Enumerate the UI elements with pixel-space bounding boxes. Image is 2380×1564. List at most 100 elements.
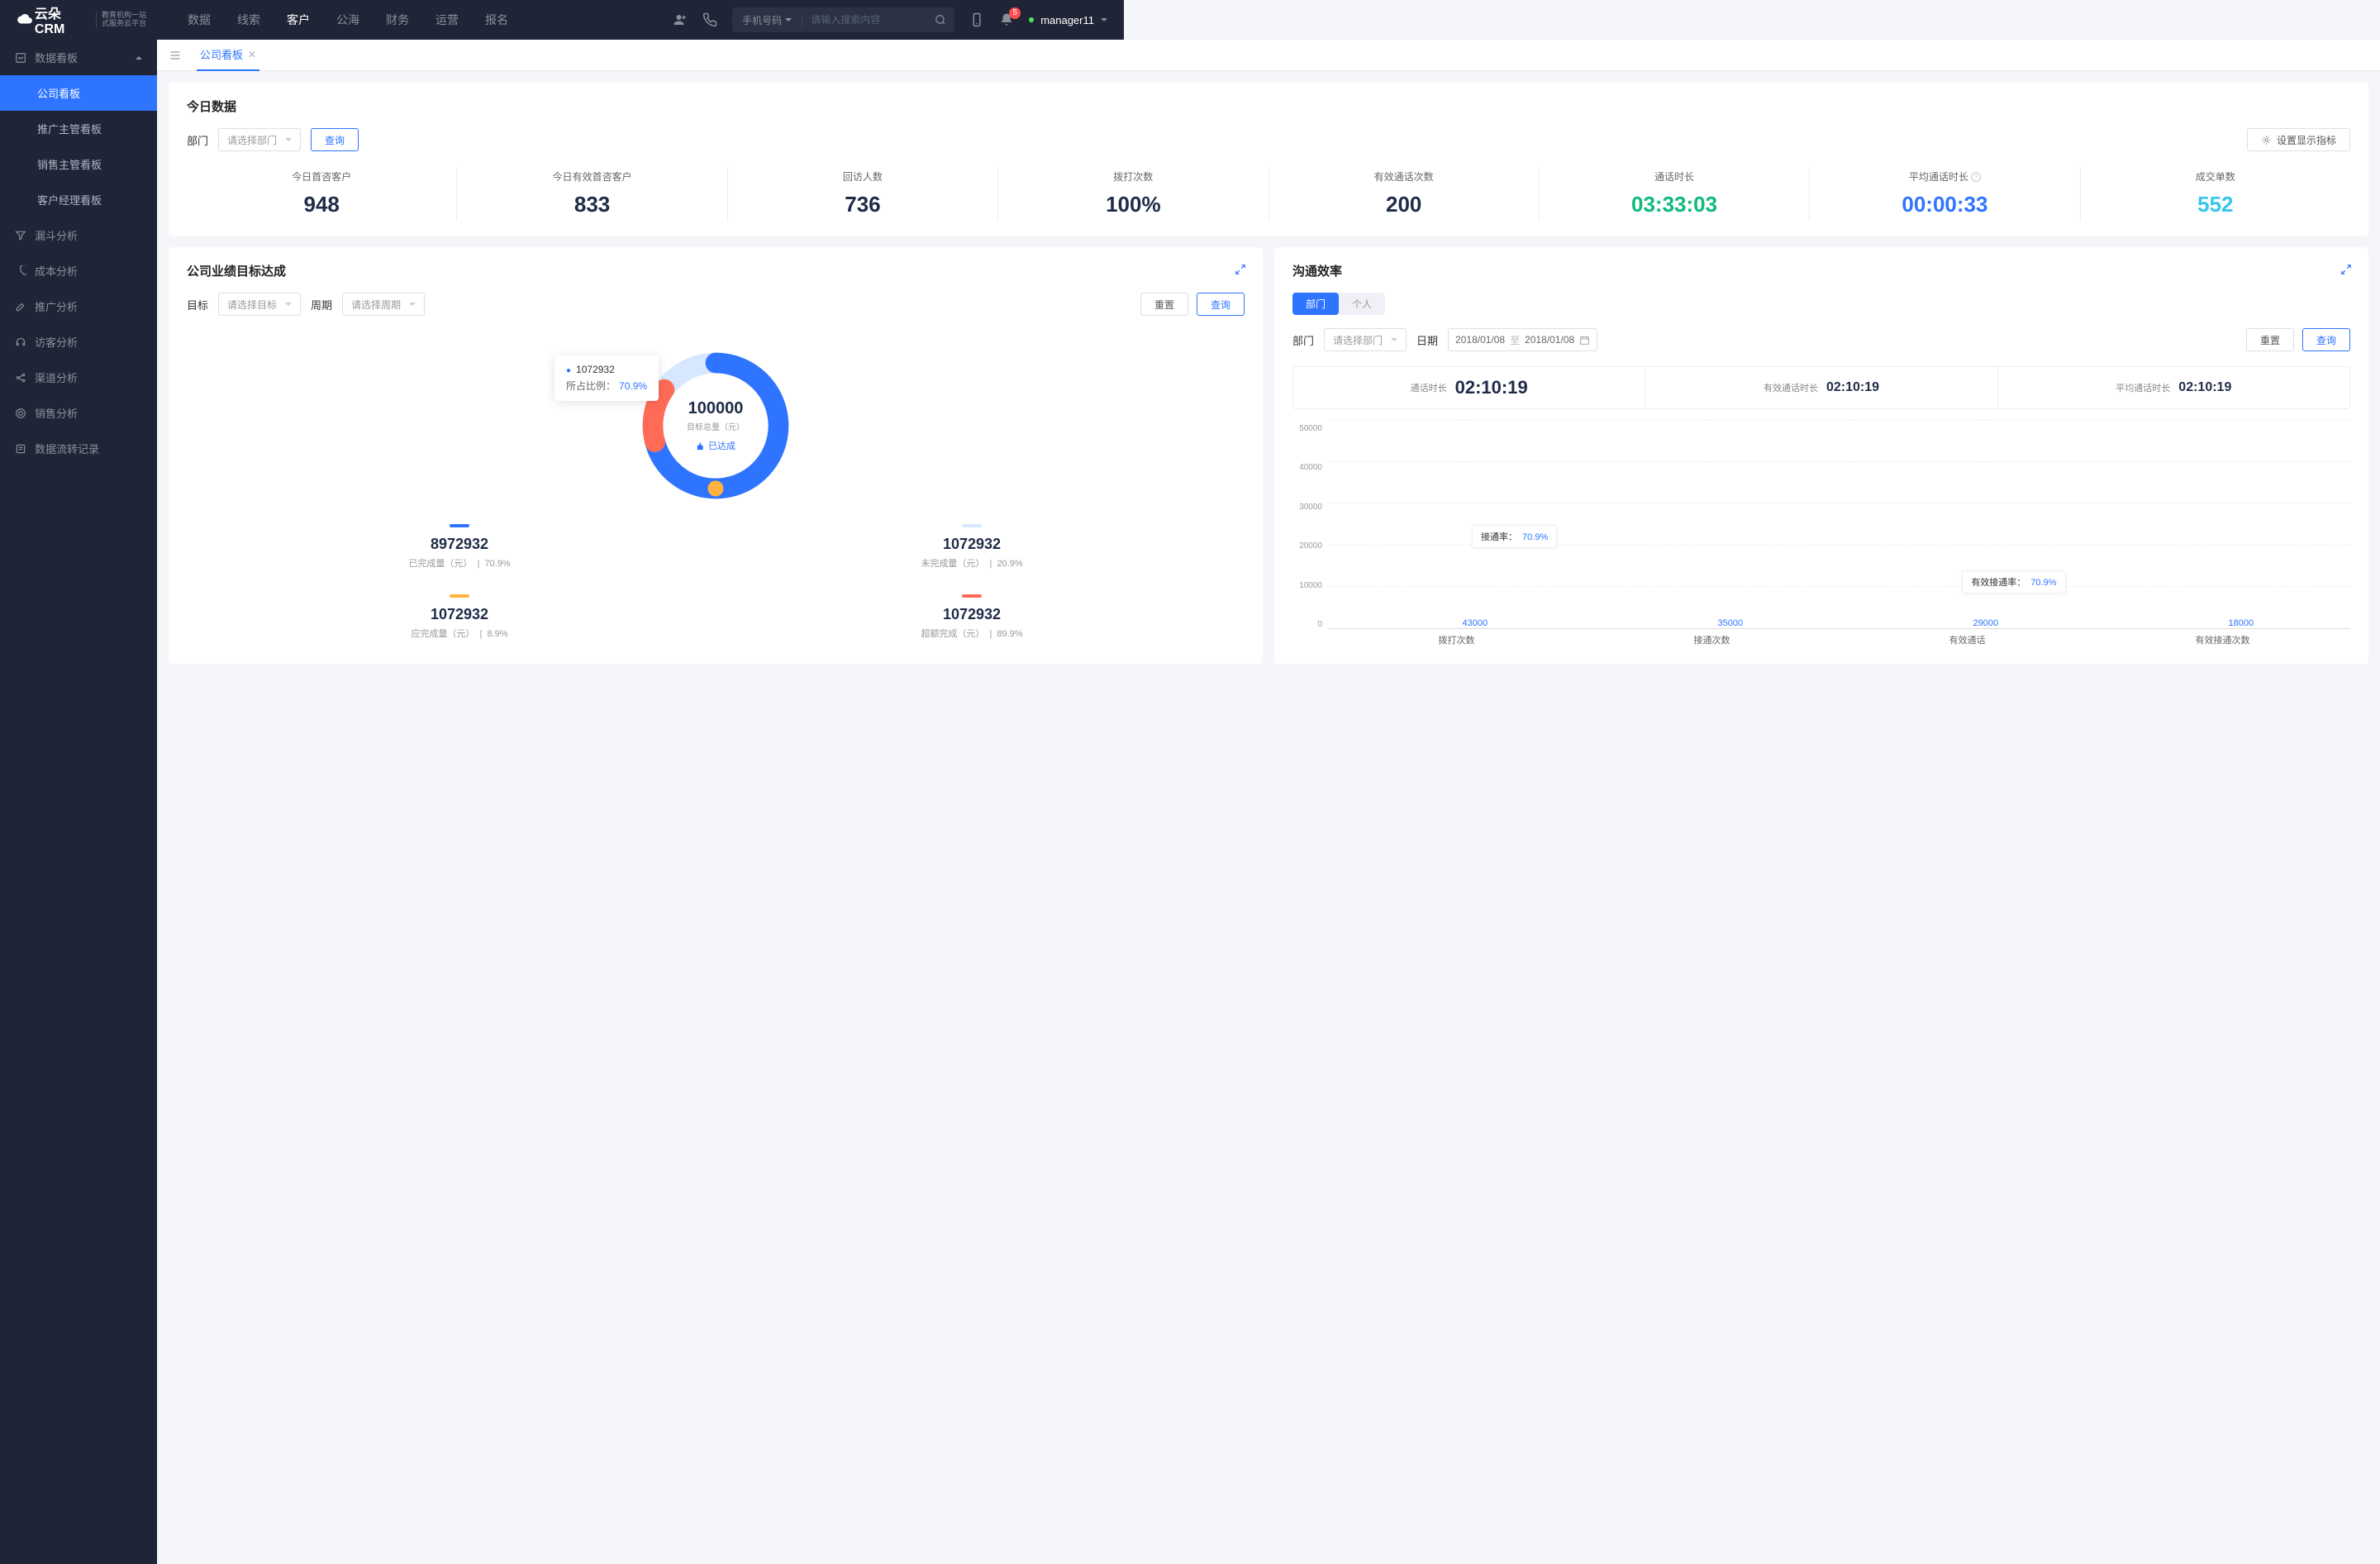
pill-tab-dept[interactable]: 部门 xyxy=(1292,293,1339,315)
donut-chart: 100000 目标总量（元） 已达成 1072932 所占比例：70.9% xyxy=(187,331,1245,513)
notification-badge: 5 xyxy=(1009,7,1021,19)
goal-title: 公司业绩目标达成 xyxy=(187,262,1245,279)
settings-button[interactable]: 设置显示指标 xyxy=(2247,128,2350,151)
status-dot xyxy=(1029,17,1034,22)
sidebar: 数据看板 公司看板 推广主管看板 销售主管看板 客户经理看板 漏斗分析 成本分析… xyxy=(0,40,157,1564)
nav-leads[interactable]: 线索 xyxy=(237,0,260,40)
date-range-picker[interactable]: 2018/01/08 至 2018/01/08 xyxy=(1448,328,1597,351)
mobile-icon[interactable] xyxy=(969,12,984,27)
collapse-icon[interactable] xyxy=(169,49,182,62)
comm-reset-button[interactable]: 重置 xyxy=(2246,328,2294,351)
add-user-icon[interactable] xyxy=(673,12,688,27)
donut-total-label: 目标总量（元） xyxy=(687,420,745,432)
sidebar-visitor[interactable]: 访客分析 xyxy=(0,324,157,360)
sidebar-promo[interactable]: 推广分析 xyxy=(0,288,157,324)
legend-item: 1072932未完成量（元） | 20.9% xyxy=(724,524,1220,570)
today-title: 今日数据 xyxy=(187,98,2350,115)
target-select[interactable]: 请选择目标 xyxy=(218,293,301,316)
nav-enroll[interactable]: 报名 xyxy=(485,0,508,40)
comm-title: 沟通效率 xyxy=(1292,262,2350,279)
comm-tabs: 部门 个人 xyxy=(1292,293,1385,315)
headset-icon xyxy=(15,336,26,348)
time-summary: 通话时长02:10:19 有效通话时长02:10:19 平均通话时长02:10:… xyxy=(1292,366,2350,409)
logo-text: 云朵CRM xyxy=(35,2,91,37)
dept-label: 部门 xyxy=(187,132,208,148)
dept-select[interactable]: 请选择部门 xyxy=(218,128,301,151)
comm-date-label: 日期 xyxy=(1416,332,1438,348)
nav-operations[interactable]: 运营 xyxy=(436,0,459,40)
search-button[interactable] xyxy=(926,14,954,26)
chart-plot: 43000拨打次数35000接通次数29000有效通话18000有效接通次数 接… xyxy=(1329,421,2350,629)
expand-icon[interactable] xyxy=(2340,264,2352,275)
tabs-bar: 公司看板 ✕ xyxy=(157,40,2380,71)
comm-dept-select[interactable]: 请选择部门 xyxy=(1324,328,1407,351)
legend-item: 1072932应完成量（元） | 8.9% xyxy=(212,594,707,640)
gear-icon xyxy=(2261,135,2272,145)
sidebar-flow[interactable]: 数据流转记录 xyxy=(0,431,157,466)
sidebar-sub-promotion[interactable]: 推广主管看板 xyxy=(0,111,157,146)
funnel-icon xyxy=(15,230,26,241)
sidebar-sub-sales[interactable]: 销售主管看板 xyxy=(0,146,157,182)
logo-mark: 云朵CRM xyxy=(17,10,91,30)
goal-query-button[interactable]: 查询 xyxy=(1197,293,1245,316)
comm-dept-label: 部门 xyxy=(1292,332,1314,348)
period-label: 周期 xyxy=(311,297,332,312)
nav-pool[interactable]: 公海 xyxy=(336,0,359,40)
share-icon xyxy=(15,372,26,384)
target-label: 目标 xyxy=(187,297,208,312)
sidebar-sub-company[interactable]: 公司看板 xyxy=(0,75,157,111)
donut-tooltip: 1072932 所占比例：70.9% xyxy=(555,355,659,401)
calendar-icon xyxy=(1579,335,1590,346)
chevron-down-icon xyxy=(1101,18,1107,25)
bar-chart: 50000400003000020000100000 43000拨打次数3500… xyxy=(1292,421,2350,649)
top-nav: 数据 线索 客户 公海 财务 运营 报名 xyxy=(188,0,508,40)
sidebar-sub-manager[interactable]: 客户经理看板 xyxy=(0,182,157,217)
stat-item: 今日首咨客户948 xyxy=(187,166,457,221)
header-search: 手机号码 xyxy=(732,7,954,32)
search-input[interactable] xyxy=(802,14,926,26)
target-icon xyxy=(15,408,26,419)
pie-icon xyxy=(15,265,26,277)
y-axis: 50000400003000020000100000 xyxy=(1292,421,1329,649)
list-icon xyxy=(15,443,26,455)
sidebar-section-dashboard[interactable]: 数据看板 xyxy=(0,40,157,75)
main-content: 公司看板 ✕ 今日数据 部门 请选择部门 查询 设置显示指标 今日首咨客户948… xyxy=(157,40,2380,1564)
goal-reset-button[interactable]: 重置 xyxy=(1140,293,1188,316)
achieved-badge: 已达成 xyxy=(696,439,735,452)
edit-icon xyxy=(15,301,26,312)
phone-icon[interactable] xyxy=(702,12,717,27)
nav-customers[interactable]: 客户 xyxy=(287,0,310,40)
donut-legend: 8972932已完成量（元） | 70.9% 1072932未完成量（元） | … xyxy=(187,524,1245,640)
stat-item: 有效通话次数200 xyxy=(1269,166,1540,221)
stat-item: 回访人数736 xyxy=(728,166,998,221)
sidebar-funnel[interactable]: 漏斗分析 xyxy=(0,217,157,253)
nav-finance[interactable]: 财务 xyxy=(386,0,409,40)
username: manager11 xyxy=(1040,14,1094,26)
stat-item: 通话时长03:33:03 xyxy=(1540,166,1810,221)
today-card: 今日数据 部门 请选择部门 查询 设置显示指标 今日首咨客户948 今日有效首咨… xyxy=(169,83,2368,236)
stats-row: 今日首咨客户948 今日有效首咨客户833 回访人数736 拨打次数100% 有… xyxy=(187,166,2350,221)
today-query-button[interactable]: 查询 xyxy=(311,128,359,151)
period-select[interactable]: 请选择周期 xyxy=(342,293,425,316)
expand-icon[interactable] xyxy=(1235,264,1246,275)
logo: 云朵CRM 教育机构一站式服务云平台 xyxy=(17,10,146,30)
pill-tab-person[interactable]: 个人 xyxy=(1339,293,1385,315)
tab-close-icon[interactable]: ✕ xyxy=(248,49,256,60)
notification-bell[interactable]: 5 xyxy=(999,12,1014,27)
sidebar-sales[interactable]: 销售分析 xyxy=(0,395,157,431)
nav-data[interactable]: 数据 xyxy=(188,0,211,40)
dashboard-icon xyxy=(15,52,26,64)
donut-total: 100000 xyxy=(688,399,744,418)
user-menu[interactable]: manager11 xyxy=(1029,14,1107,26)
thumbs-up-icon xyxy=(696,441,705,451)
sidebar-cost[interactable]: 成本分析 xyxy=(0,253,157,288)
sidebar-channel[interactable]: 渠道分析 xyxy=(0,360,157,395)
legend-item: 1072932超额完成（元） | 89.9% xyxy=(724,594,1220,640)
tab-company-board[interactable]: 公司看板 ✕ xyxy=(197,40,259,71)
comm-query-button[interactable]: 查询 xyxy=(2302,328,2350,351)
comm-card: 沟通效率 部门 个人 部门 请选择部门 日期 2018/01/08 至 2018… xyxy=(1274,247,2368,664)
info-icon[interactable]: ? xyxy=(1971,172,1981,182)
search-type-select[interactable]: 手机号码 xyxy=(732,13,802,27)
stat-item: 平均通话时长?00:00:33 xyxy=(1810,166,2080,221)
legend-item: 8972932已完成量（元） | 70.9% xyxy=(212,524,707,570)
